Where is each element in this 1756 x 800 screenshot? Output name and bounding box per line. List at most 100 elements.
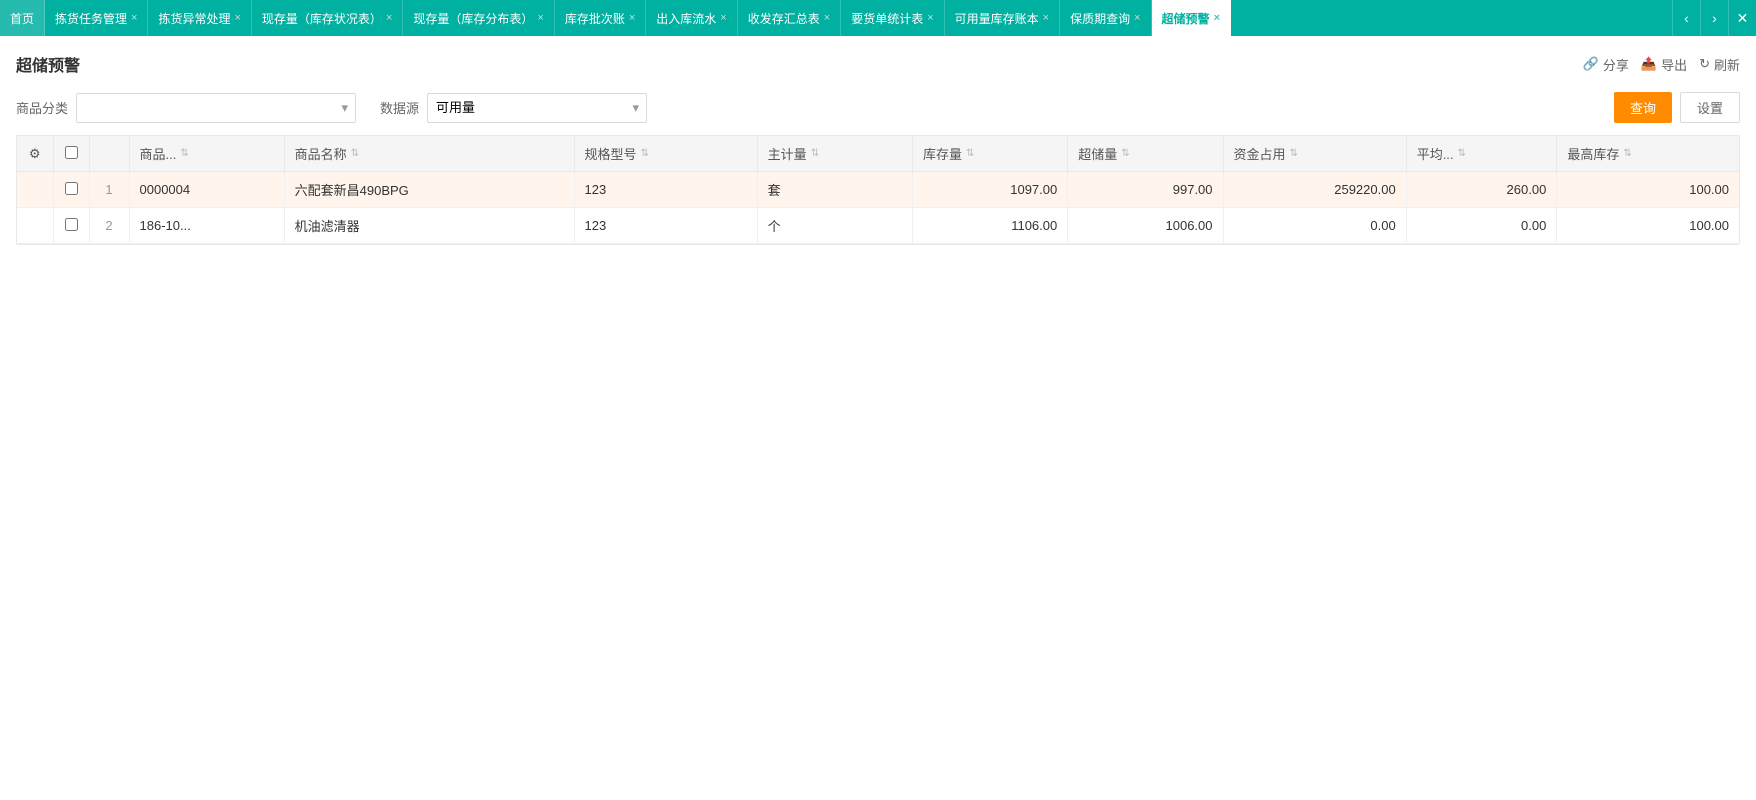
- nav-tab-label: 出入库流水: [656, 10, 716, 27]
- top-nav: 首页拣货任务管理×拣货异常处理×现存量（库存状况表）×现存量（库存分布表）×库存…: [0, 0, 1756, 36]
- close-tab-icon[interactable]: ×: [720, 12, 726, 24]
- close-tab-icon[interactable]: ×: [824, 12, 830, 24]
- th-capital[interactable]: 资金占用 ⇅: [1223, 136, 1406, 172]
- refresh-icon: ↻: [1699, 56, 1710, 72]
- nav-left-arrow[interactable]: ‹: [1672, 0, 1700, 36]
- th-index: [89, 136, 129, 172]
- table-row: 2 186-10... 机油滤清器 123 个 1106.00 1006.00 …: [17, 208, 1739, 244]
- sort-product-code-icon: ⇅: [180, 148, 188, 159]
- nav-tab-label: 拣货任务管理: [55, 10, 127, 27]
- data-table-wrapper: ⚙ 商品... ⇅ 商品名称: [16, 135, 1740, 245]
- sort-avg-icon: ⇅: [1458, 148, 1466, 159]
- nav-tab-label: 收发存汇总表: [748, 10, 820, 27]
- table-row: 1 0000004 六配套新昌490BPG 123 套 1097.00 997.…: [17, 172, 1739, 208]
- datasource-filter-group: 数据源 可用量 ▾: [380, 93, 647, 123]
- gear-icon: ⚙: [29, 146, 41, 161]
- row-capital: 0.00: [1223, 208, 1406, 244]
- nav-tab-label: 库存批次账: [565, 10, 625, 27]
- nav-close-arrow[interactable]: ✕: [1728, 0, 1756, 36]
- row-checkbox-cell[interactable]: [53, 172, 89, 208]
- filter-actions: 查询 设置: [1614, 92, 1740, 123]
- close-tab-icon[interactable]: ×: [537, 12, 543, 24]
- th-checkbox[interactable]: [53, 136, 89, 172]
- share-icon: 🔗: [1583, 56, 1599, 72]
- row-gear-cell: [17, 208, 53, 244]
- nav-tab-label: 超储预警: [1162, 10, 1210, 27]
- row-spec: 123: [574, 172, 757, 208]
- category-select[interactable]: [76, 93, 356, 123]
- th-overstock[interactable]: 超储量 ⇅: [1068, 136, 1223, 172]
- sort-spec-icon: ⇅: [641, 148, 649, 159]
- th-stock[interactable]: 库存量 ⇅: [912, 136, 1067, 172]
- row-unit: 套: [757, 172, 912, 208]
- sort-max-stock-icon: ⇅: [1623, 148, 1631, 159]
- category-label: 商品分类: [16, 98, 68, 117]
- row-spec: 123: [574, 208, 757, 244]
- datasource-select[interactable]: 可用量: [427, 93, 647, 123]
- share-action[interactable]: 🔗 分享: [1583, 55, 1629, 74]
- nav-tab-batch[interactable]: 库存批次账 ×: [555, 0, 646, 36]
- nav-arrows: ‹ › ✕: [1672, 0, 1756, 36]
- close-tab-icon[interactable]: ×: [386, 12, 392, 24]
- nav-tab-task-mgmt[interactable]: 拣货任务管理 ×: [45, 0, 148, 36]
- row-avg: 0.00: [1406, 208, 1557, 244]
- nav-tab-label: 现存量（库存分布表）: [413, 10, 533, 27]
- row-avg: 260.00: [1406, 172, 1557, 208]
- th-max-stock[interactable]: 最高库存 ⇅: [1557, 136, 1739, 172]
- row-checkbox-cell[interactable]: [53, 208, 89, 244]
- row-stock: 1106.00: [912, 208, 1067, 244]
- nav-tab-avail-ledger[interactable]: 可用量库存账本 ×: [945, 0, 1060, 36]
- th-spec[interactable]: 规格型号 ⇅: [574, 136, 757, 172]
- close-tab-icon[interactable]: ×: [234, 12, 240, 24]
- nav-tab-quality-check[interactable]: 保质期查询×: [1060, 0, 1151, 36]
- row-unit: 个: [757, 208, 912, 244]
- export-action[interactable]: 📤 导出: [1641, 55, 1687, 74]
- sort-product-name-icon: ⇅: [351, 148, 359, 159]
- row-product-code: 186-10...: [129, 208, 284, 244]
- th-unit[interactable]: 主计量 ⇅: [757, 136, 912, 172]
- sort-unit-icon: ⇅: [811, 148, 819, 159]
- th-product-name[interactable]: 商品名称 ⇅: [284, 136, 574, 172]
- row-checkbox[interactable]: [65, 182, 78, 195]
- nav-tab-exception[interactable]: 拣货异常处理×: [148, 0, 251, 36]
- sort-stock-icon: ⇅: [966, 148, 974, 159]
- category-filter-group: 商品分类 ▾: [16, 93, 356, 123]
- nav-tab-stock-dist[interactable]: 现存量（库存分布表） ×: [403, 0, 554, 36]
- th-gear[interactable]: ⚙: [17, 136, 53, 172]
- row-index-cell: 2: [89, 208, 129, 244]
- query-button[interactable]: 查询: [1614, 92, 1672, 123]
- th-product-code[interactable]: 商品... ⇅: [129, 136, 284, 172]
- close-tab-icon[interactable]: ×: [927, 12, 933, 24]
- export-icon: 📤: [1641, 56, 1657, 72]
- page-header: 超储预警 🔗 分享 📤 导出 ↻ 刷新: [16, 52, 1740, 76]
- close-tab-icon[interactable]: ×: [1214, 12, 1220, 24]
- nav-tab-overstock-warning[interactable]: 超储预警 ×: [1152, 0, 1231, 36]
- nav-right-arrow[interactable]: ›: [1700, 0, 1728, 36]
- row-max-stock: 100.00: [1557, 172, 1739, 208]
- nav-tab-inout-flow[interactable]: 出入库流水 ×: [646, 0, 737, 36]
- row-product-code: 0000004: [129, 172, 284, 208]
- close-tab-icon[interactable]: ×: [629, 12, 635, 24]
- nav-tab-stock-status[interactable]: 现存量（库存状况表）×: [252, 0, 403, 36]
- nav-tab-home[interactable]: 首页: [0, 0, 45, 36]
- page-title: 超储预警: [16, 52, 80, 76]
- nav-tab-recv-send[interactable]: 收发存汇总表 ×: [738, 0, 841, 36]
- settings-button[interactable]: 设置: [1680, 92, 1740, 123]
- nav-tab-label: 要货单统计表: [851, 10, 923, 27]
- row-overstock: 997.00: [1068, 172, 1223, 208]
- close-tab-icon[interactable]: ×: [1043, 12, 1049, 24]
- close-tab-icon[interactable]: ×: [1134, 12, 1140, 24]
- row-product-name: 六配套新昌490BPG: [284, 172, 574, 208]
- row-stock: 1097.00: [912, 172, 1067, 208]
- sort-overstock-icon: ⇅: [1121, 148, 1129, 159]
- nav-tab-label: 可用量库存账本: [955, 10, 1039, 27]
- row-checkbox[interactable]: [65, 218, 78, 231]
- datasource-label: 数据源: [380, 98, 419, 117]
- sort-capital-icon: ⇅: [1290, 148, 1298, 159]
- refresh-action[interactable]: ↻ 刷新: [1699, 55, 1740, 74]
- th-avg[interactable]: 平均... ⇅: [1406, 136, 1557, 172]
- nav-tab-order-stat[interactable]: 要货单统计表 ×: [841, 0, 944, 36]
- close-tab-icon[interactable]: ×: [131, 12, 137, 24]
- select-all-checkbox[interactable]: [65, 146, 78, 159]
- table-header-row: ⚙ 商品... ⇅ 商品名称: [17, 136, 1739, 172]
